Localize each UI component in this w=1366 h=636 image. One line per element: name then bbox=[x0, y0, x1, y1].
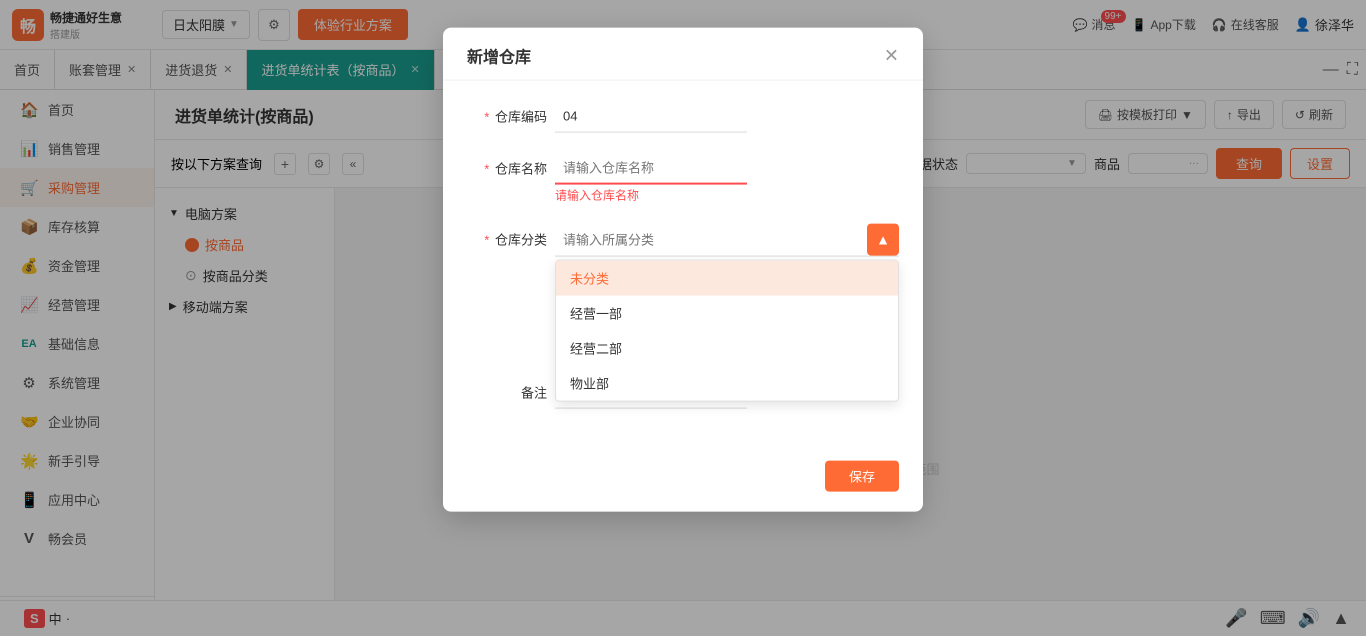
warehouse-name-field-wrapper: 请输入仓库名称 bbox=[555, 153, 899, 204]
category-input[interactable] bbox=[555, 224, 867, 256]
warehouse-name-error: 请输入仓库名称 bbox=[555, 187, 899, 204]
warehouse-code-label: * 仓库编码 bbox=[467, 101, 547, 126]
warehouse-code-input[interactable] bbox=[555, 101, 747, 133]
category-dropdown: 未分类 经营一部 经营二部 物业部 bbox=[555, 260, 899, 402]
modal-title: 新增仓库 bbox=[467, 44, 531, 68]
warehouse-code-row: * 仓库编码 bbox=[467, 101, 899, 133]
category-wrapper: ▲ 未分类 经营一部 经营二部 物业部 bbox=[555, 224, 899, 257]
dropdown-item-uncategorized[interactable]: 未分类 bbox=[556, 261, 898, 296]
warehouse-name-input[interactable] bbox=[555, 153, 747, 185]
category-input-row: ▲ bbox=[555, 224, 899, 257]
dropdown-item-ops2[interactable]: 经营二部 bbox=[556, 331, 898, 366]
add-warehouse-modal: 新增仓库 ✕ * 仓库编码 * 仓库名称 请输入仓库名称 bbox=[443, 28, 923, 512]
warehouse-category-row: * 仓库分类 ▲ 未分类 经营一部 经营二部 物业部 bbox=[467, 224, 899, 257]
warehouse-name-row: * 仓库名称 请输入仓库名称 bbox=[467, 153, 899, 204]
modal-body: * 仓库编码 * 仓库名称 请输入仓库名称 * 仓库分类 bbox=[443, 81, 923, 449]
modal-header: 新增仓库 ✕ bbox=[443, 28, 923, 81]
dropdown-item-ops1[interactable]: 经营一部 bbox=[556, 296, 898, 331]
category-toggle-button[interactable]: ▲ bbox=[867, 224, 899, 256]
warehouse-code-field-wrapper bbox=[555, 101, 899, 133]
warehouse-name-label: * 仓库名称 bbox=[467, 153, 547, 178]
warehouse-category-label: * 仓库分类 bbox=[467, 224, 547, 249]
modal-footer: 保存 bbox=[443, 449, 923, 512]
save-button[interactable]: 保存 bbox=[825, 461, 899, 492]
remark-label: 备注 bbox=[467, 377, 547, 402]
modal-close-button[interactable]: ✕ bbox=[884, 45, 899, 66]
dropdown-item-property[interactable]: 物业部 bbox=[556, 366, 898, 401]
